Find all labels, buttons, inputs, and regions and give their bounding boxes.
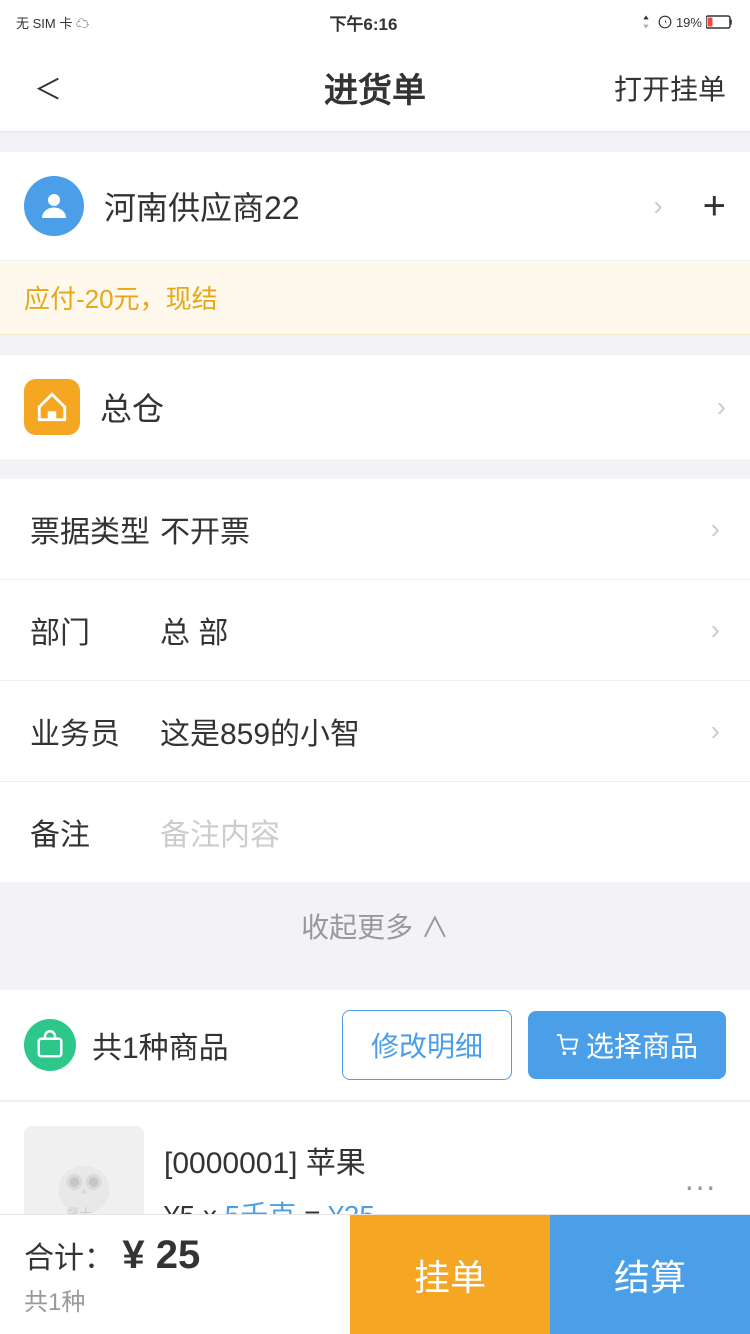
salesperson-row[interactable]: 业务员 这是859的小智 ›: [0, 681, 750, 782]
status-time: 下午6:16: [329, 10, 397, 35]
section-gap-2: [0, 335, 750, 355]
collapse-label: 收起更多 ∧: [301, 906, 449, 946]
supplier-section: 河南供应商22 › + 应付-20元，现结: [0, 152, 750, 335]
section-gap-3: [0, 459, 750, 479]
salesperson-chevron-icon: ›: [711, 715, 720, 747]
person-icon: [36, 188, 72, 224]
notice-text: 应付-20元，现结: [24, 284, 218, 314]
status-bar: 无 SIM 卡 ☁ 下午6:16 19%: [0, 0, 750, 44]
remark-row[interactable]: 备注 备注内容: [0, 782, 750, 882]
house-icon: [35, 390, 69, 424]
dept-value: 总 部: [160, 608, 711, 652]
supplier-row[interactable]: 河南供应商22 › +: [0, 152, 750, 261]
invoice-value: 不开票: [160, 507, 711, 551]
product-header: 共1种商品 修改明细 选择商品: [0, 990, 750, 1101]
warehouse-icon: [24, 379, 80, 435]
salesperson-value: 这是859的小智: [160, 709, 711, 753]
form-section: 票据类型 不开票 › 部门 总 部 › 业务员 这是859的小智 › 备注 备注…: [0, 479, 750, 882]
remark-label: 备注: [30, 810, 160, 854]
supplier-avatar: [24, 176, 84, 236]
product-name: [0000001] 苹果: [164, 1138, 674, 1182]
status-network: 无 SIM 卡 ☁: [16, 13, 89, 32]
warehouse-name: 总仓: [100, 384, 717, 430]
battery-icon: [706, 15, 734, 29]
alarm-icon: [658, 15, 672, 29]
shopping-bag-icon: [35, 1030, 65, 1060]
invoice-label: 票据类型: [30, 507, 160, 551]
status-battery: 19%: [638, 14, 734, 30]
collapse-row[interactable]: 收起更多 ∧: [0, 882, 750, 970]
location-icon: [638, 14, 654, 30]
footer-total-main: 合计： ¥ 25: [24, 1233, 326, 1278]
back-button[interactable]: ＜: [24, 58, 72, 118]
warehouse-section: 总仓 ›: [0, 355, 750, 459]
supplier-chevron-icon: ›: [653, 190, 662, 222]
dept-row[interactable]: 部门 总 部 ›: [0, 580, 750, 681]
warehouse-row[interactable]: 总仓 ›: [0, 355, 750, 459]
dept-chevron-icon: ›: [711, 614, 720, 646]
remark-placeholder: 备注内容: [160, 810, 720, 854]
checkout-button[interactable]: 结算: [550, 1215, 750, 1334]
invoice-row[interactable]: 票据类型 不开票 ›: [0, 479, 750, 580]
product-count-text: 共1种商品: [92, 1023, 342, 1067]
notice-bar: 应付-20元，现结: [0, 261, 750, 335]
dept-label: 部门: [30, 608, 160, 652]
product-count-icon: [24, 1019, 76, 1071]
nav-bar: ＜ 进货单 打开挂单: [0, 44, 750, 132]
invoice-chevron-icon: ›: [711, 513, 720, 545]
supplier-name: 河南供应商22: [104, 183, 653, 229]
edit-detail-button[interactable]: 修改明细: [342, 1010, 512, 1080]
section-gap-4: [0, 970, 750, 990]
hold-button[interactable]: 挂单: [350, 1215, 550, 1334]
open-hold-button[interactable]: 打开挂单: [614, 68, 726, 108]
salesperson-label: 业务员: [30, 709, 160, 753]
add-supplier-button[interactable]: +: [703, 184, 726, 229]
product-more-button[interactable]: ···: [674, 1158, 726, 1215]
cart-icon: [556, 1034, 578, 1056]
footer-count: 共1种: [24, 1282, 326, 1317]
footer-total: 合计： ¥ 25 共1种: [0, 1233, 350, 1317]
footer: 合计： ¥ 25 共1种 挂单 结算: [0, 1214, 750, 1334]
section-gap-1: [0, 132, 750, 152]
select-product-button[interactable]: 选择商品: [528, 1011, 726, 1079]
page-title: 进货单: [324, 63, 426, 112]
warehouse-chevron-icon: ›: [717, 391, 726, 423]
